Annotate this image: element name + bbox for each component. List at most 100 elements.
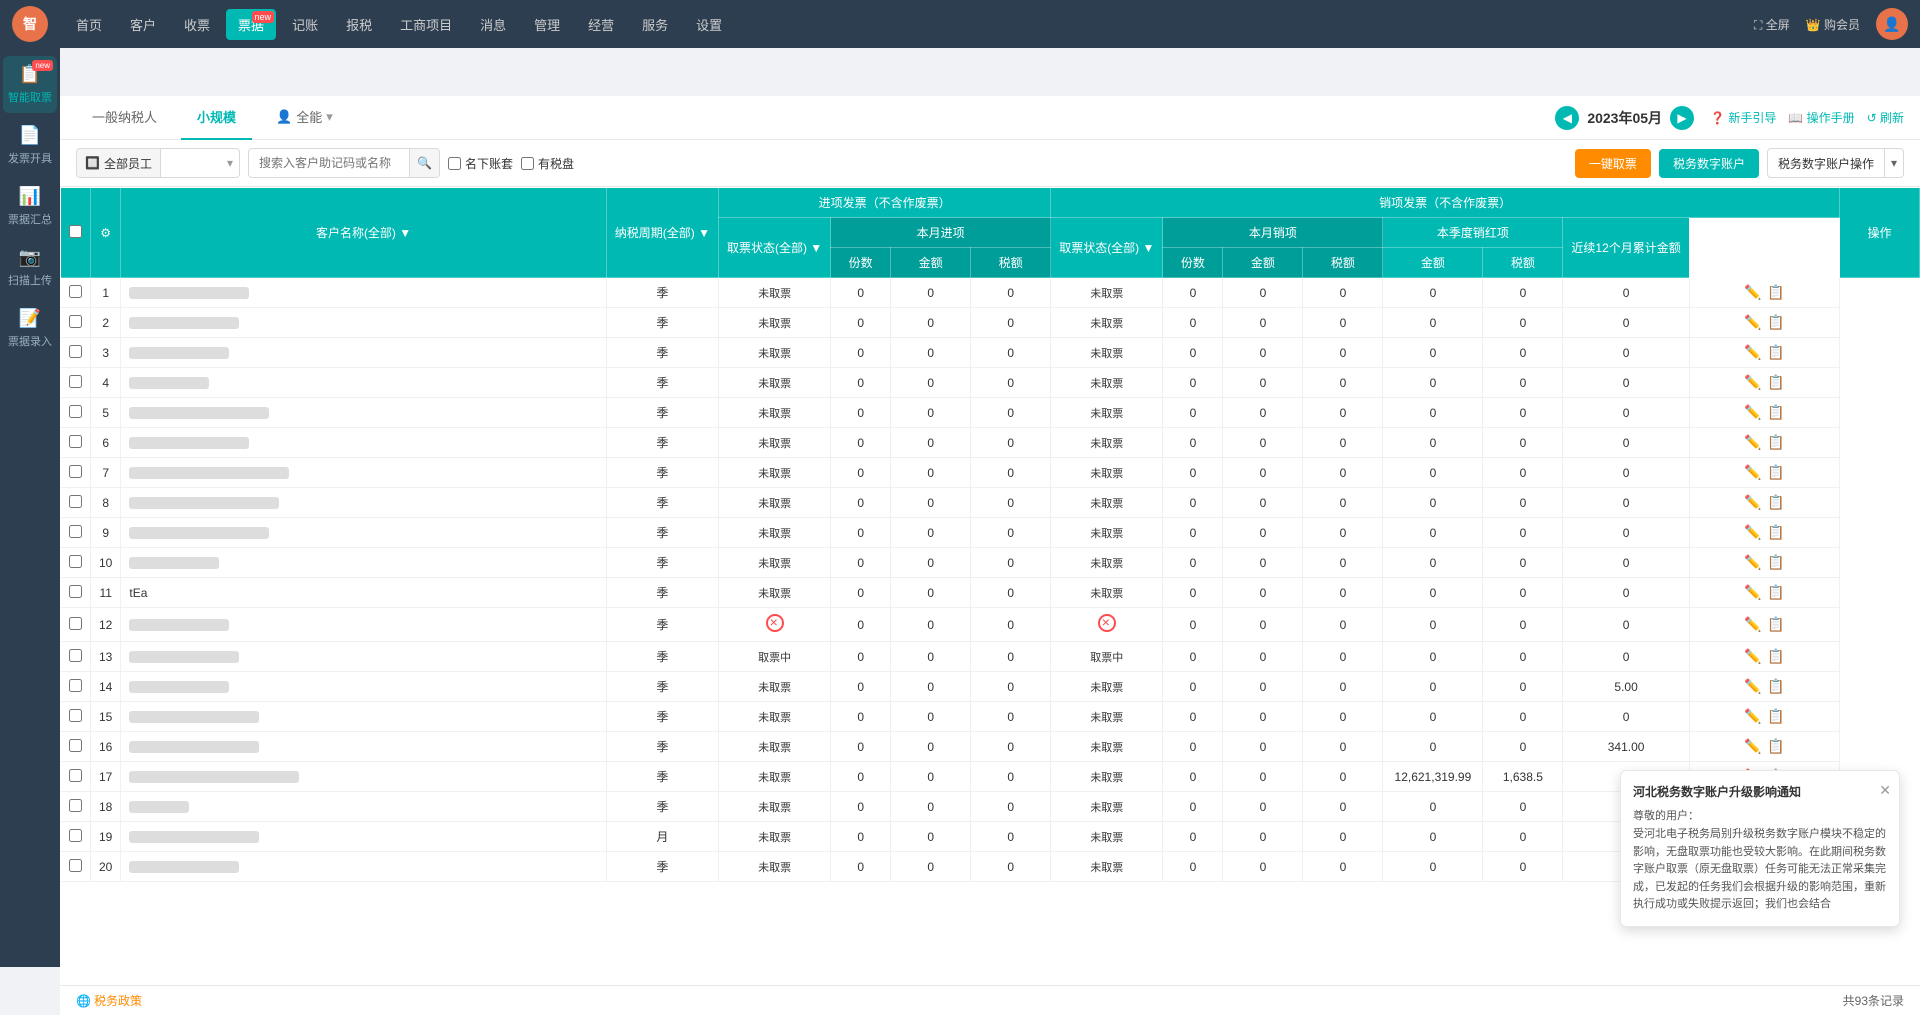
vip-btn[interactable]: 👑 购会员: [1806, 16, 1860, 33]
copy-icon[interactable]: 📋: [1767, 434, 1784, 451]
copy-icon[interactable]: 📋: [1767, 616, 1784, 633]
fullscreen-btn[interactable]: ⛶ 全屏: [1754, 16, 1790, 33]
row-checkbox[interactable]: [69, 495, 82, 508]
edit-icon[interactable]: ✏️: [1744, 434, 1761, 451]
sidebar-item-fapiao[interactable]: 📄 发票开具: [3, 117, 57, 174]
row-checkbox[interactable]: [69, 585, 82, 598]
edit-icon[interactable]: ✏️: [1744, 648, 1761, 665]
copy-icon[interactable]: 📋: [1767, 494, 1784, 511]
nav-gongshang[interactable]: 工商项目: [388, 9, 464, 40]
row-checkbox[interactable]: [69, 649, 82, 662]
search-button[interactable]: 🔍: [409, 148, 439, 178]
edit-icon[interactable]: ✏️: [1744, 738, 1761, 755]
edit-icon[interactable]: ✏️: [1744, 284, 1761, 301]
sidebar-item-luru[interactable]: 📝 票据录入: [3, 300, 57, 357]
th-period[interactable]: 纳税周期(全部) ▼: [606, 188, 718, 278]
guide-btn[interactable]: ❓ 新手引导: [1710, 109, 1776, 126]
popup-close-btn[interactable]: ✕: [1879, 779, 1891, 801]
copy-icon[interactable]: 📋: [1767, 678, 1784, 695]
tab-xiaogui[interactable]: 小规模: [181, 96, 252, 140]
copy-icon[interactable]: 📋: [1767, 708, 1784, 725]
th-in-status[interactable]: 取票状态(全部) ▼: [718, 218, 830, 278]
select-all-checkbox[interactable]: [69, 225, 82, 238]
copy-icon[interactable]: 📋: [1767, 554, 1784, 571]
copy-icon[interactable]: 📋: [1767, 314, 1784, 331]
taxpan-checkbox[interactable]: [521, 157, 534, 170]
refresh-btn[interactable]: ↺ 刷新: [1867, 109, 1904, 126]
row-checkbox[interactable]: [69, 679, 82, 692]
sidebar-item-zhiqupiao[interactable]: 📋 智能取票 new: [3, 56, 57, 113]
copy-icon[interactable]: 📋: [1767, 374, 1784, 391]
next-month-btn[interactable]: ▶: [1670, 106, 1694, 130]
row-checkbox[interactable]: [69, 315, 82, 328]
tax-account-btn[interactable]: 税务数字账户: [1659, 149, 1759, 178]
nav-shezhi[interactable]: 设置: [684, 9, 734, 40]
row-checkbox[interactable]: [69, 617, 82, 630]
employee-select[interactable]: 🔲 全部员工 ▾: [76, 148, 240, 178]
employee-dropdown-arrow[interactable]: ▾: [221, 156, 239, 170]
one-click-btn[interactable]: 一键取票: [1575, 149, 1651, 178]
nav-jizhang[interactable]: 记账: [280, 9, 330, 40]
nav-home[interactable]: 首页: [64, 9, 114, 40]
edit-icon[interactable]: ✏️: [1744, 584, 1761, 601]
row-checkbox[interactable]: [69, 769, 82, 782]
accounts-checkbox[interactable]: [448, 157, 461, 170]
copy-icon[interactable]: 📋: [1767, 738, 1784, 755]
edit-icon[interactable]: ✏️: [1744, 708, 1761, 725]
user-avatar[interactable]: 👤: [1876, 8, 1908, 40]
copy-icon[interactable]: 📋: [1767, 648, 1784, 665]
nav-shoubiao[interactable]: 收票: [172, 9, 222, 40]
row-checkbox[interactable]: [69, 435, 82, 448]
prev-month-btn[interactable]: ◀: [1555, 106, 1579, 130]
tax-account-ops-dropdown[interactable]: 税务数字账户操作 ▾: [1767, 148, 1904, 178]
edit-icon[interactable]: ✏️: [1744, 404, 1761, 421]
copy-icon[interactable]: 📋: [1767, 404, 1784, 421]
row-checkbox[interactable]: [69, 345, 82, 358]
row-checkbox[interactable]: [69, 525, 82, 538]
nav-xiaoxi[interactable]: 消息: [468, 9, 518, 40]
copy-icon[interactable]: 📋: [1767, 464, 1784, 481]
nav-jingying[interactable]: 经营: [576, 9, 626, 40]
sidebar-item-saomiao[interactable]: 📷 扫描上传: [3, 239, 57, 296]
row-checkbox[interactable]: [69, 285, 82, 298]
row-checkbox[interactable]: [69, 859, 82, 872]
row-checkbox[interactable]: [69, 405, 82, 418]
checkbox-accounts[interactable]: 名下账套: [448, 155, 513, 172]
row-checkbox[interactable]: [69, 709, 82, 722]
nav-baoshui[interactable]: 报税: [334, 9, 384, 40]
sidebar-item-huizong[interactable]: 📊 票据汇总: [3, 178, 57, 235]
tab-quanneng[interactable]: 👤 全能 ▾: [260, 96, 349, 140]
edit-icon[interactable]: ✏️: [1744, 616, 1761, 633]
th-out-status[interactable]: 取票状态(全部) ▼: [1051, 218, 1163, 278]
th-settings[interactable]: ⚙: [91, 188, 121, 278]
nav-fuwu[interactable]: 服务: [630, 9, 680, 40]
nav-guanli[interactable]: 管理: [522, 9, 572, 40]
copy-icon[interactable]: 📋: [1767, 584, 1784, 601]
tax-policy-link[interactable]: 🌐 税务政策: [76, 992, 142, 1009]
copy-icon[interactable]: 📋: [1767, 344, 1784, 361]
checkbox-taxpan[interactable]: 有税盘: [521, 155, 574, 172]
search-input[interactable]: [249, 156, 409, 170]
edit-icon[interactable]: ✏️: [1744, 374, 1761, 391]
row-checkbox[interactable]: [69, 465, 82, 478]
row-checkbox[interactable]: [69, 739, 82, 752]
tax-account-ops-text[interactable]: 税务数字账户操作: [1768, 155, 1884, 172]
edit-icon[interactable]: ✏️: [1744, 344, 1761, 361]
tax-account-ops-arrow[interactable]: ▾: [1884, 149, 1903, 177]
nav-piaoju[interactable]: 票据 new: [226, 9, 276, 40]
row-checkbox[interactable]: [69, 799, 82, 812]
edit-icon[interactable]: ✏️: [1744, 314, 1761, 331]
copy-icon[interactable]: 📋: [1767, 284, 1784, 301]
edit-icon[interactable]: ✏️: [1744, 524, 1761, 541]
row-checkbox[interactable]: [69, 829, 82, 842]
manual-btn[interactable]: 📖 操作手册: [1788, 109, 1854, 126]
edit-icon[interactable]: ✏️: [1744, 494, 1761, 511]
th-client[interactable]: 客户名称(全部) ▼: [121, 188, 606, 278]
row-checkbox[interactable]: [69, 555, 82, 568]
edit-icon[interactable]: ✏️: [1744, 678, 1761, 695]
tab-yiban[interactable]: 一般纳税人: [76, 96, 173, 140]
edit-icon[interactable]: ✏️: [1744, 464, 1761, 481]
edit-icon[interactable]: ✏️: [1744, 554, 1761, 571]
row-checkbox[interactable]: [69, 375, 82, 388]
copy-icon[interactable]: 📋: [1767, 524, 1784, 541]
